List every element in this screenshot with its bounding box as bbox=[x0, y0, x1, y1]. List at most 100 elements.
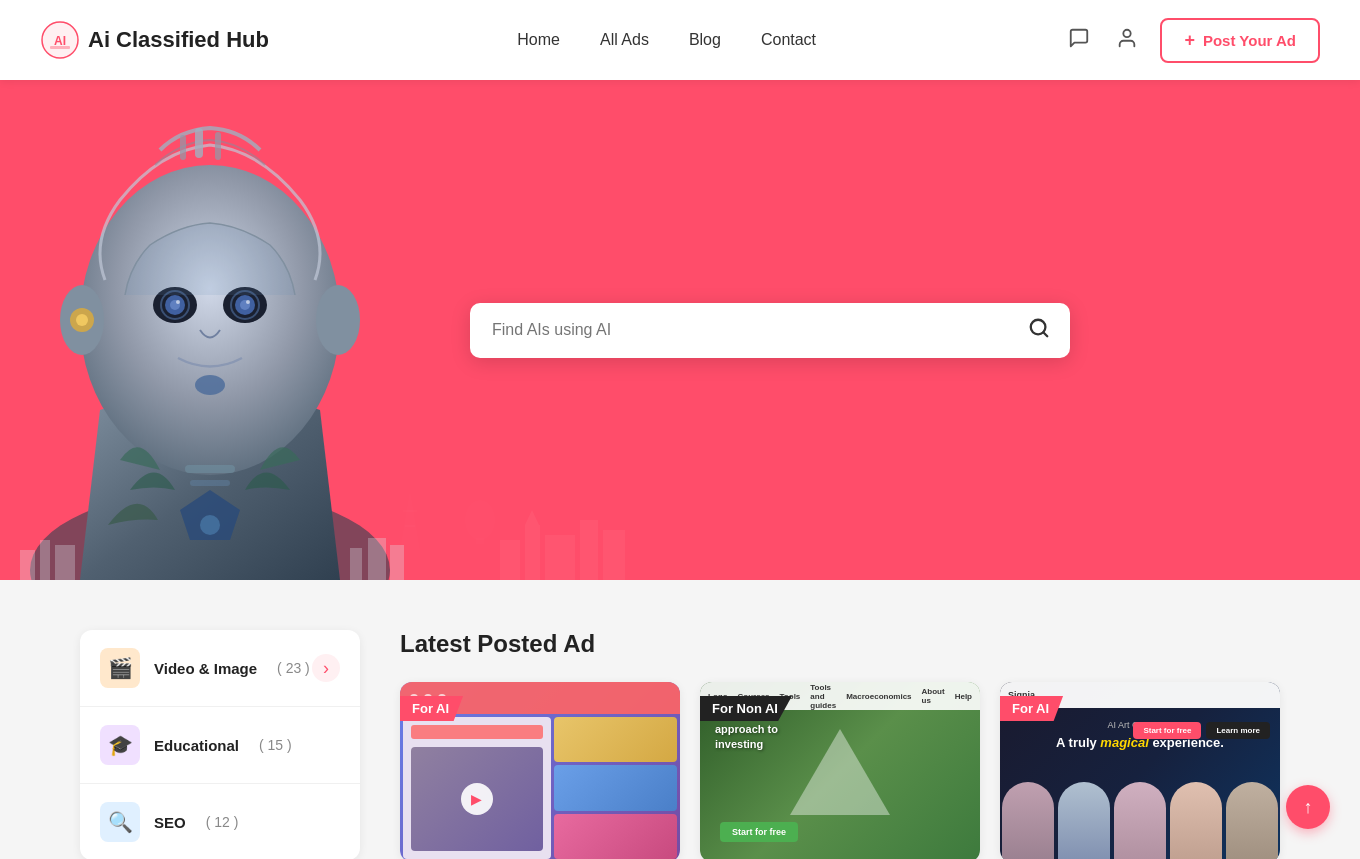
logo-link[interactable]: AI Ai Classified Hub bbox=[40, 20, 269, 60]
svg-marker-39 bbox=[525, 510, 539, 525]
sidebar-arrow-video: › bbox=[312, 654, 340, 682]
nav-item-allads[interactable]: All Ads bbox=[600, 31, 649, 49]
thumb1-body: ▶ bbox=[400, 714, 680, 859]
svg-rect-37 bbox=[580, 520, 598, 580]
nav-item-home[interactable]: Home bbox=[517, 31, 560, 49]
thumb1-panel-c bbox=[554, 814, 677, 859]
ad-badge-3: For AI bbox=[1000, 696, 1063, 721]
thumb2-headline: approach toinvesting bbox=[715, 722, 778, 753]
sidebar-item-count-edu: ( 15 ) bbox=[259, 737, 292, 753]
logo-icon: AI bbox=[40, 20, 80, 60]
navbar: AI Ai Classified Hub Home All Ads Blog C… bbox=[0, 0, 1360, 80]
thumb2-triangle bbox=[790, 729, 890, 815]
sidebar-item-name-edu: Educational bbox=[154, 737, 239, 754]
thumb2-nav-help: Help bbox=[955, 692, 972, 701]
sidebar-card: 🎬 Video & Image ( 23 ) › 🎓 Educational (… bbox=[80, 630, 360, 859]
svg-point-5 bbox=[80, 165, 340, 475]
ad-card-3[interactable]: For AI Signia AI Art Generator A truly m… bbox=[1000, 682, 1280, 859]
sidebar-item-video[interactable]: 🎬 Video & Image ( 23 ) › bbox=[80, 630, 360, 707]
svg-rect-2 bbox=[50, 46, 70, 49]
hero-content bbox=[470, 243, 1360, 418]
ad-image-2: For Non AI Logo Courses Tools Tools and … bbox=[700, 682, 980, 859]
thumb2-nav-guides: Tools and guides bbox=[810, 683, 836, 710]
svg-rect-35 bbox=[525, 525, 540, 580]
sidebar-item-left-seo: 🔍 SEO ( 12 ) bbox=[100, 802, 238, 842]
navbar-right: + Post Your Ad bbox=[1064, 18, 1320, 63]
video-icon: 🎬 bbox=[108, 656, 133, 680]
sidebar-item-name-seo: SEO bbox=[154, 814, 186, 831]
search-button[interactable] bbox=[1008, 303, 1070, 358]
logo-text: Ai Classified Hub bbox=[88, 27, 269, 53]
svg-marker-42 bbox=[400, 490, 420, 550]
thumb1-play: ▶ bbox=[461, 783, 493, 815]
thumb3-cta-btn2: Learn more bbox=[1206, 722, 1270, 739]
ad-image-1: For AI ▶ bbox=[400, 682, 680, 859]
ad-image-3: For AI Signia AI Art Generator A truly m… bbox=[1000, 682, 1280, 859]
thumb1-main-panel: ▶ bbox=[403, 717, 551, 859]
thumb3-figure-5 bbox=[1226, 782, 1278, 859]
svg-point-20 bbox=[246, 300, 250, 304]
svg-rect-34 bbox=[500, 540, 520, 580]
ads-grid: For AI ▶ bbox=[400, 682, 1280, 859]
thumb3-figure-3 bbox=[1114, 782, 1166, 859]
video-icon-bg: 🎬 bbox=[100, 648, 140, 688]
thumb1-video-area: ▶ bbox=[411, 747, 543, 851]
edu-icon-bg: 🎓 bbox=[100, 725, 140, 765]
svg-rect-41 bbox=[476, 538, 484, 544]
nav-item-blog[interactable]: Blog bbox=[689, 31, 721, 49]
svg-rect-10 bbox=[195, 128, 203, 158]
sidebar-item-educational[interactable]: 🎓 Educational ( 15 ) bbox=[80, 707, 360, 784]
user-icon-button[interactable] bbox=[1112, 23, 1142, 58]
thumb1-side-panels bbox=[554, 717, 677, 859]
sidebar-item-name-video: Video & Image bbox=[154, 660, 257, 677]
ads-section: Latest Posted Ad For AI bbox=[400, 630, 1280, 859]
thumb3-figure-1 bbox=[1002, 782, 1054, 859]
sidebar: 🎬 Video & Image ( 23 ) › 🎓 Educational (… bbox=[80, 630, 360, 859]
ad-badge-2: For Non AI bbox=[700, 696, 792, 721]
post-ad-plus-icon: + bbox=[1184, 30, 1195, 51]
svg-rect-11 bbox=[180, 135, 186, 160]
search-input[interactable] bbox=[470, 303, 1008, 357]
edu-icon: 🎓 bbox=[108, 733, 133, 757]
thumb1-panel-a bbox=[554, 717, 677, 762]
nav-item-contact[interactable]: Contact bbox=[761, 31, 816, 49]
thumb2-nav-macro: Macroeconomics bbox=[846, 692, 911, 701]
thumb3-cta-btn1: Start for free bbox=[1133, 722, 1201, 739]
post-ad-button[interactable]: + Post Your Ad bbox=[1160, 18, 1320, 63]
thumb3-figure-2 bbox=[1058, 782, 1110, 859]
svg-point-9 bbox=[316, 285, 360, 355]
thumb3-figure-4 bbox=[1170, 782, 1222, 859]
ad-badge-1: For AI bbox=[400, 696, 463, 721]
thumb3-figures bbox=[1000, 782, 1280, 859]
navbar-nav: Home All Ads Blog Contact bbox=[517, 31, 816, 49]
sidebar-item-count-video: ( 23 ) bbox=[277, 660, 310, 676]
sidebar-item-left-edu: 🎓 Educational ( 15 ) bbox=[100, 725, 292, 765]
nav-link-blog[interactable]: Blog bbox=[689, 31, 721, 48]
user-icon bbox=[1116, 27, 1138, 49]
seo-icon: 🔍 bbox=[108, 810, 133, 834]
sidebar-item-count-seo: ( 12 ) bbox=[206, 814, 239, 830]
main-content: 🎬 Video & Image ( 23 ) › 🎓 Educational (… bbox=[40, 580, 1320, 859]
svg-rect-44 bbox=[405, 525, 415, 527]
thumb1-title-bar bbox=[411, 725, 543, 739]
nav-link-allads[interactable]: All Ads bbox=[600, 31, 649, 48]
sidebar-item-left-video: 🎬 Video & Image ( 23 ) bbox=[100, 648, 310, 688]
section-title: Latest Posted Ad bbox=[400, 630, 1280, 658]
thumb3-buttons: Start for free Learn more bbox=[1133, 722, 1270, 739]
search-bar bbox=[470, 303, 1070, 358]
thumb2-cta: Start for free bbox=[720, 822, 798, 842]
svg-point-19 bbox=[176, 300, 180, 304]
svg-point-23 bbox=[195, 375, 225, 395]
ad-card-2[interactable]: For Non AI Logo Courses Tools Tools and … bbox=[700, 682, 980, 859]
scroll-to-top-button[interactable]: ↑ bbox=[1286, 785, 1330, 829]
ad-card-1[interactable]: For AI ▶ bbox=[400, 682, 680, 859]
scroll-top-icon: ↑ bbox=[1304, 797, 1313, 818]
svg-point-40 bbox=[465, 500, 495, 540]
chat-icon bbox=[1068, 27, 1090, 49]
post-ad-label: Post Your Ad bbox=[1203, 32, 1296, 49]
sidebar-item-seo[interactable]: 🔍 SEO ( 12 ) bbox=[80, 784, 360, 859]
svg-rect-38 bbox=[603, 530, 625, 580]
chat-icon-button[interactable] bbox=[1064, 23, 1094, 58]
nav-link-home[interactable]: Home bbox=[517, 31, 560, 48]
nav-link-contact[interactable]: Contact bbox=[761, 31, 816, 48]
